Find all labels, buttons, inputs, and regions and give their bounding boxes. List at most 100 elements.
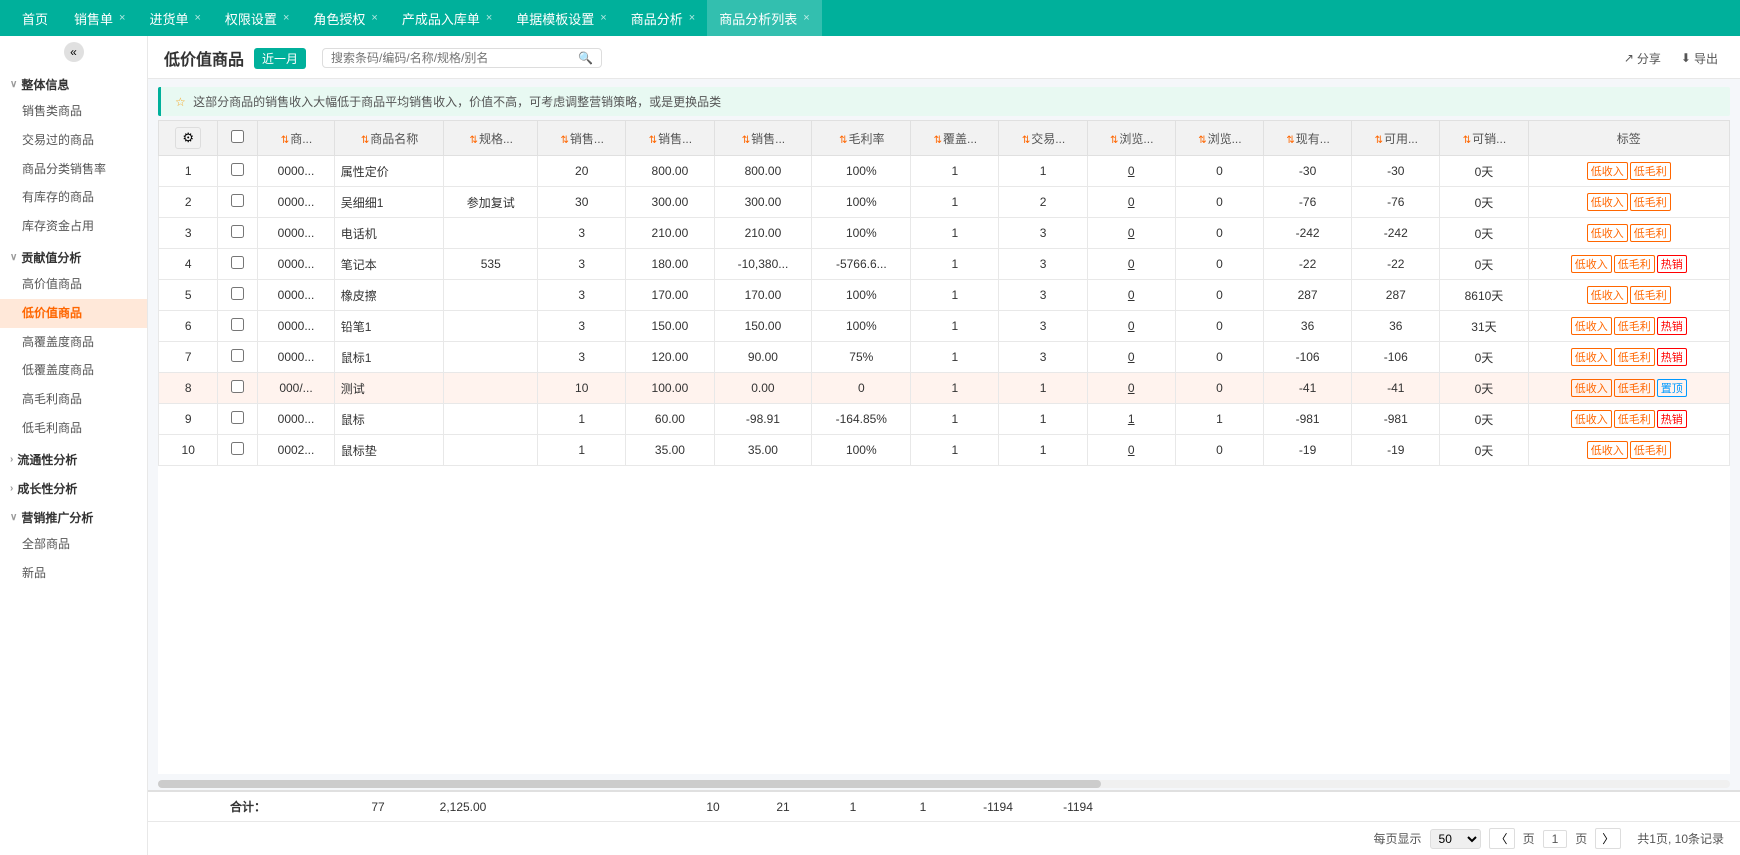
time-filter-button[interactable]: 近一月 bbox=[254, 48, 306, 69]
row-margin: -5766.6... bbox=[812, 249, 911, 280]
nav-tab-roles[interactable]: 角色授权 × bbox=[301, 0, 389, 36]
sidebar-item-traded-goods[interactable]: 交易过的商品 bbox=[0, 126, 147, 155]
horizontal-scrollbar[interactable] bbox=[158, 780, 1730, 788]
nav-tab-template[interactable]: 单据模板设置 × bbox=[504, 0, 618, 36]
sidebar-group-growth[interactable]: › 成长性分析 bbox=[0, 472, 147, 501]
col-spec[interactable]: ⇅规格... bbox=[444, 121, 538, 156]
row-browse1[interactable]: 0 bbox=[1087, 156, 1175, 187]
row-checkbox[interactable] bbox=[231, 256, 244, 269]
search-icon[interactable]: 🔍 bbox=[578, 51, 593, 65]
col-sale-qty[interactable]: ⇅销售... bbox=[538, 121, 626, 156]
select-all-checkbox[interactable] bbox=[231, 130, 244, 143]
sidebar-item-sales-goods[interactable]: 销售类商品 bbox=[0, 97, 147, 126]
col-trade[interactable]: ⇅交易... bbox=[999, 121, 1087, 156]
sidebar-item-category-sales-rate[interactable]: 商品分类销售率 bbox=[0, 155, 147, 184]
row-sale-profit: 170.00 bbox=[714, 280, 812, 311]
row-browse1[interactable]: 0 bbox=[1087, 342, 1175, 373]
row-usable: -19 bbox=[1352, 435, 1440, 466]
row-browse1[interactable]: 1 bbox=[1087, 404, 1175, 435]
col-gear[interactable]: ⚙ bbox=[159, 121, 218, 156]
row-browse1[interactable]: 0 bbox=[1087, 373, 1175, 404]
row-checkbox[interactable] bbox=[231, 380, 244, 393]
prev-page-button[interactable]: 〈 bbox=[1489, 828, 1515, 849]
row-usable: -22 bbox=[1352, 249, 1440, 280]
col-saleable[interactable]: ⇅可销... bbox=[1440, 121, 1528, 156]
sidebar-item-all-goods[interactable]: 全部商品 bbox=[0, 530, 147, 559]
chevron-down-icon: ∨ bbox=[10, 512, 17, 523]
sidebar-item-high-value[interactable]: 高价值商品 bbox=[0, 270, 147, 299]
row-checkbox[interactable] bbox=[231, 225, 244, 238]
row-number: 10 bbox=[159, 435, 218, 466]
nav-tab-goods-analysis-list[interactable]: 商品分析列表 × bbox=[707, 0, 821, 36]
collapse-sidebar-button[interactable]: « bbox=[64, 42, 84, 62]
close-icon[interactable]: × bbox=[119, 12, 125, 24]
row-checkbox[interactable] bbox=[231, 194, 244, 207]
row-browse1[interactable]: 0 bbox=[1087, 311, 1175, 342]
row-checkbox[interactable] bbox=[231, 287, 244, 300]
row-browse2: 0 bbox=[1175, 311, 1263, 342]
col-code[interactable]: ⇅商... bbox=[258, 121, 334, 156]
col-current[interactable]: ⇅现有... bbox=[1264, 121, 1352, 156]
nav-home[interactable]: 首页 bbox=[8, 9, 62, 28]
col-usable[interactable]: ⇅可用... bbox=[1352, 121, 1440, 156]
row-browse2: 0 bbox=[1175, 435, 1263, 466]
row-checkbox[interactable] bbox=[231, 163, 244, 176]
sidebar-group-flow[interactable]: › 流通性分析 bbox=[0, 443, 147, 472]
close-icon[interactable]: × bbox=[486, 12, 492, 24]
nav-tab-product-stock[interactable]: 产成品入库单 × bbox=[390, 0, 504, 36]
total-sale-qty: 77 bbox=[338, 800, 418, 814]
sidebar-item-stock-goods[interactable]: 有库存的商品 bbox=[0, 183, 147, 212]
next-page-button[interactable]: 〉 bbox=[1595, 828, 1621, 849]
nav-tab-purchase[interactable]: 进货单 × bbox=[137, 0, 212, 36]
row-browse1[interactable]: 0 bbox=[1087, 218, 1175, 249]
close-icon[interactable]: × bbox=[600, 12, 606, 24]
row-current: -242 bbox=[1264, 218, 1352, 249]
col-name[interactable]: ⇅商品名称 bbox=[334, 121, 444, 156]
nav-tab-permissions[interactable]: 权限设置 × bbox=[213, 0, 301, 36]
sidebar-group-marketing[interactable]: ∨ 营销推广分析 bbox=[0, 501, 147, 530]
gear-settings-button[interactable]: ⚙ bbox=[175, 127, 201, 149]
close-icon[interactable]: × bbox=[371, 12, 377, 24]
search-input[interactable] bbox=[331, 51, 574, 65]
table-row: 8000/...测试10100.000.0001100-41-410天低收入低毛… bbox=[159, 373, 1730, 404]
col-sale-profit[interactable]: ⇅销售... bbox=[714, 121, 812, 156]
row-code: 0000... bbox=[258, 404, 334, 435]
row-sale-qty: 3 bbox=[538, 218, 626, 249]
row-browse1[interactable]: 0 bbox=[1087, 280, 1175, 311]
row-checkbox[interactable] bbox=[231, 318, 244, 331]
close-icon[interactable]: × bbox=[803, 12, 809, 24]
col-margin[interactable]: ⇅毛利率 bbox=[812, 121, 911, 156]
sidebar-group-contribution[interactable]: ∨ 贡献值分析 bbox=[0, 241, 147, 270]
col-coverage[interactable]: ⇅覆盖... bbox=[911, 121, 999, 156]
sidebar-item-stock-capital[interactable]: 库存资金占用 bbox=[0, 212, 147, 241]
close-icon[interactable]: × bbox=[283, 12, 289, 24]
nav-tab-goods-analysis[interactable]: 商品分析 × bbox=[619, 0, 707, 36]
close-icon[interactable]: × bbox=[194, 12, 200, 24]
row-browse1[interactable]: 0 bbox=[1087, 435, 1175, 466]
row-saleable: 0天 bbox=[1440, 435, 1528, 466]
sidebar-item-high-coverage[interactable]: 高覆盖度商品 bbox=[0, 328, 147, 357]
export-button[interactable]: ⬇ 导出 bbox=[1675, 48, 1724, 69]
per-page-select[interactable]: 50 20 100 bbox=[1430, 829, 1481, 849]
share-button[interactable]: ↗ 分享 bbox=[1618, 48, 1667, 69]
sidebar-item-low-margin[interactable]: 低毛利商品 bbox=[0, 414, 147, 443]
close-icon[interactable]: × bbox=[689, 12, 695, 24]
sidebar-group-overall[interactable]: ∨ 整体信息 bbox=[0, 68, 147, 97]
scrollbar-thumb[interactable] bbox=[158, 780, 1101, 788]
sidebar-item-new-goods[interactable]: 新品 bbox=[0, 559, 147, 588]
sidebar-item-low-value[interactable]: 低价值商品 bbox=[0, 299, 147, 328]
col-browse2[interactable]: ⇅浏览... bbox=[1175, 121, 1263, 156]
col-sale-amount[interactable]: ⇅销售... bbox=[626, 121, 714, 156]
sidebar-item-high-margin[interactable]: 高毛利商品 bbox=[0, 385, 147, 414]
page-title: 低价值商品 bbox=[164, 46, 244, 70]
nav-tab-sales[interactable]: 销售单 × bbox=[62, 0, 137, 36]
row-checkbox[interactable] bbox=[231, 411, 244, 424]
row-checkbox[interactable] bbox=[231, 349, 244, 362]
row-code: 0000... bbox=[258, 280, 334, 311]
row-browse1[interactable]: 0 bbox=[1087, 187, 1175, 218]
row-checkbox[interactable] bbox=[231, 442, 244, 455]
row-browse1[interactable]: 0 bbox=[1087, 249, 1175, 280]
chevron-right-icon: › bbox=[10, 483, 13, 494]
sidebar-item-low-coverage[interactable]: 低覆盖度商品 bbox=[0, 356, 147, 385]
col-browse1[interactable]: ⇅浏览... bbox=[1087, 121, 1175, 156]
